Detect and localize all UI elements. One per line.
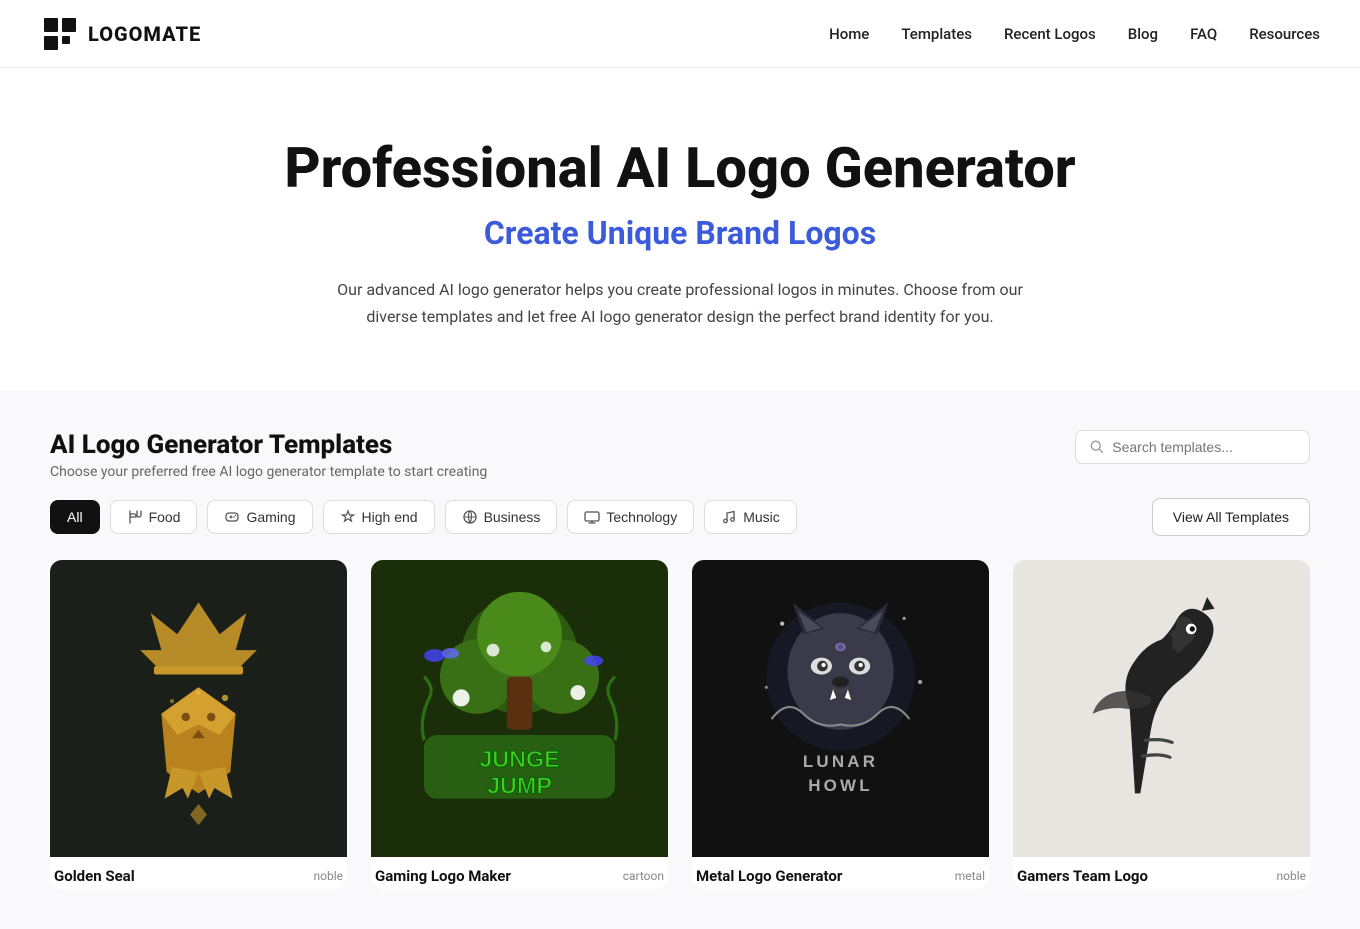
hero-description: Our advanced AI logo generator helps you… — [310, 276, 1050, 330]
logo-grid: Golden Seal noble — [50, 560, 1310, 889]
filter-all[interactable]: All — [50, 500, 100, 534]
logo-card-image-4 — [1013, 560, 1310, 857]
filter-gaming[interactable]: Gaming — [207, 500, 312, 534]
filter-food[interactable]: Food — [110, 500, 198, 534]
nav-blog[interactable]: Blog — [1128, 25, 1158, 43]
filter-technology[interactable]: Technology — [567, 500, 694, 534]
logo-card-footer-4: Gamers Team Logo noble — [1013, 857, 1310, 889]
svg-text:JUNGE: JUNGE — [479, 746, 559, 772]
filter-gaming-label: Gaming — [246, 509, 295, 525]
technology-icon — [584, 509, 600, 525]
hero-subtitle: Create Unique Brand Logos — [20, 214, 1340, 252]
templates-section: AI Logo Generator Templates Choose your … — [0, 390, 1360, 929]
search-input[interactable] — [1112, 439, 1295, 455]
gaming-icon — [224, 509, 240, 525]
logo-card-name-3: Metal Logo Generator — [696, 867, 842, 885]
hero-title: Professional AI Logo Generator — [20, 138, 1340, 200]
nav-recent-logos[interactable]: Recent Logos — [1004, 25, 1096, 43]
filter-food-label: Food — [149, 509, 181, 525]
templates-subtitle: Choose your preferred free AI logo gener… — [50, 464, 487, 480]
logo-card-image-3: LUNAR HOWL — [692, 560, 989, 857]
logo-card-name-1: Golden Seal — [54, 867, 135, 885]
filter-business[interactable]: Business — [445, 500, 558, 534]
svg-text:LUNAR: LUNAR — [803, 752, 878, 771]
logo-card-image-1 — [50, 560, 347, 857]
food-icon — [127, 509, 143, 525]
svg-text:HOWL: HOWL — [808, 776, 873, 795]
logo-area[interactable]: LOGOMATE — [40, 14, 201, 54]
nav-templates[interactable]: Templates — [901, 25, 972, 43]
nav-faq[interactable]: FAQ — [1190, 25, 1217, 43]
filter-technology-label: Technology — [606, 509, 677, 525]
filter-music-label: Music — [743, 509, 780, 525]
filter-highend[interactable]: High end — [323, 500, 435, 534]
logo-card-image-2: JUNGE JUMP — [371, 560, 668, 857]
music-icon — [721, 509, 737, 525]
logo-card-tag-3: metal — [955, 869, 985, 883]
logo-card-footer-1: Golden Seal noble — [50, 857, 347, 889]
logo-card-tag-4: noble — [1277, 869, 1307, 883]
logo-card-footer-2: Gaming Logo Maker cartoon — [371, 857, 668, 889]
nav-resources[interactable]: Resources — [1249, 25, 1320, 43]
templates-header: AI Logo Generator Templates Choose your … — [50, 430, 1310, 480]
logo-card-tag-1: noble — [314, 869, 344, 883]
logo-card-name-4: Gamers Team Logo — [1017, 867, 1148, 885]
logo-card-gaming[interactable]: JUNGE JUMP Gaming Logo Maker cartoon — [371, 560, 668, 889]
logo-card-footer-3: Metal Logo Generator metal — [692, 857, 989, 889]
logo-card-golden-seal[interactable]: Golden Seal noble — [50, 560, 347, 889]
nav-home[interactable]: Home — [829, 25, 869, 43]
highend-icon — [340, 509, 356, 525]
templates-header-left: AI Logo Generator Templates Choose your … — [50, 430, 487, 480]
view-all-button[interactable]: View All Templates — [1152, 498, 1310, 536]
filter-business-label: Business — [484, 509, 541, 525]
navbar: LOGOMATE Home Templates Recent Logos Blo… — [0, 0, 1360, 68]
filter-row: All Food Gaming High end — [50, 498, 1310, 536]
filter-all-label: All — [67, 509, 83, 525]
search-icon — [1090, 439, 1104, 455]
hero-section: Professional AI Logo Generator Create Un… — [0, 68, 1360, 390]
templates-title: AI Logo Generator Templates — [50, 430, 487, 460]
filter-highend-label: High end — [362, 509, 418, 525]
logo-card-tag-2: cartoon — [623, 869, 664, 883]
search-bar[interactable] — [1075, 430, 1310, 464]
logo-text: LOGOMATE — [88, 22, 201, 46]
logomate-icon — [40, 14, 80, 54]
logo-card-gamers-team[interactable]: Gamers Team Logo noble — [1013, 560, 1310, 889]
nav-links: Home Templates Recent Logos Blog FAQ Res… — [829, 24, 1320, 43]
filter-music[interactable]: Music — [704, 500, 797, 534]
business-icon — [462, 509, 478, 525]
svg-text:JUMP: JUMP — [487, 772, 552, 798]
logo-card-name-2: Gaming Logo Maker — [375, 867, 511, 885]
logo-card-metal[interactable]: LUNAR HOWL Metal Logo Generator metal — [692, 560, 989, 889]
